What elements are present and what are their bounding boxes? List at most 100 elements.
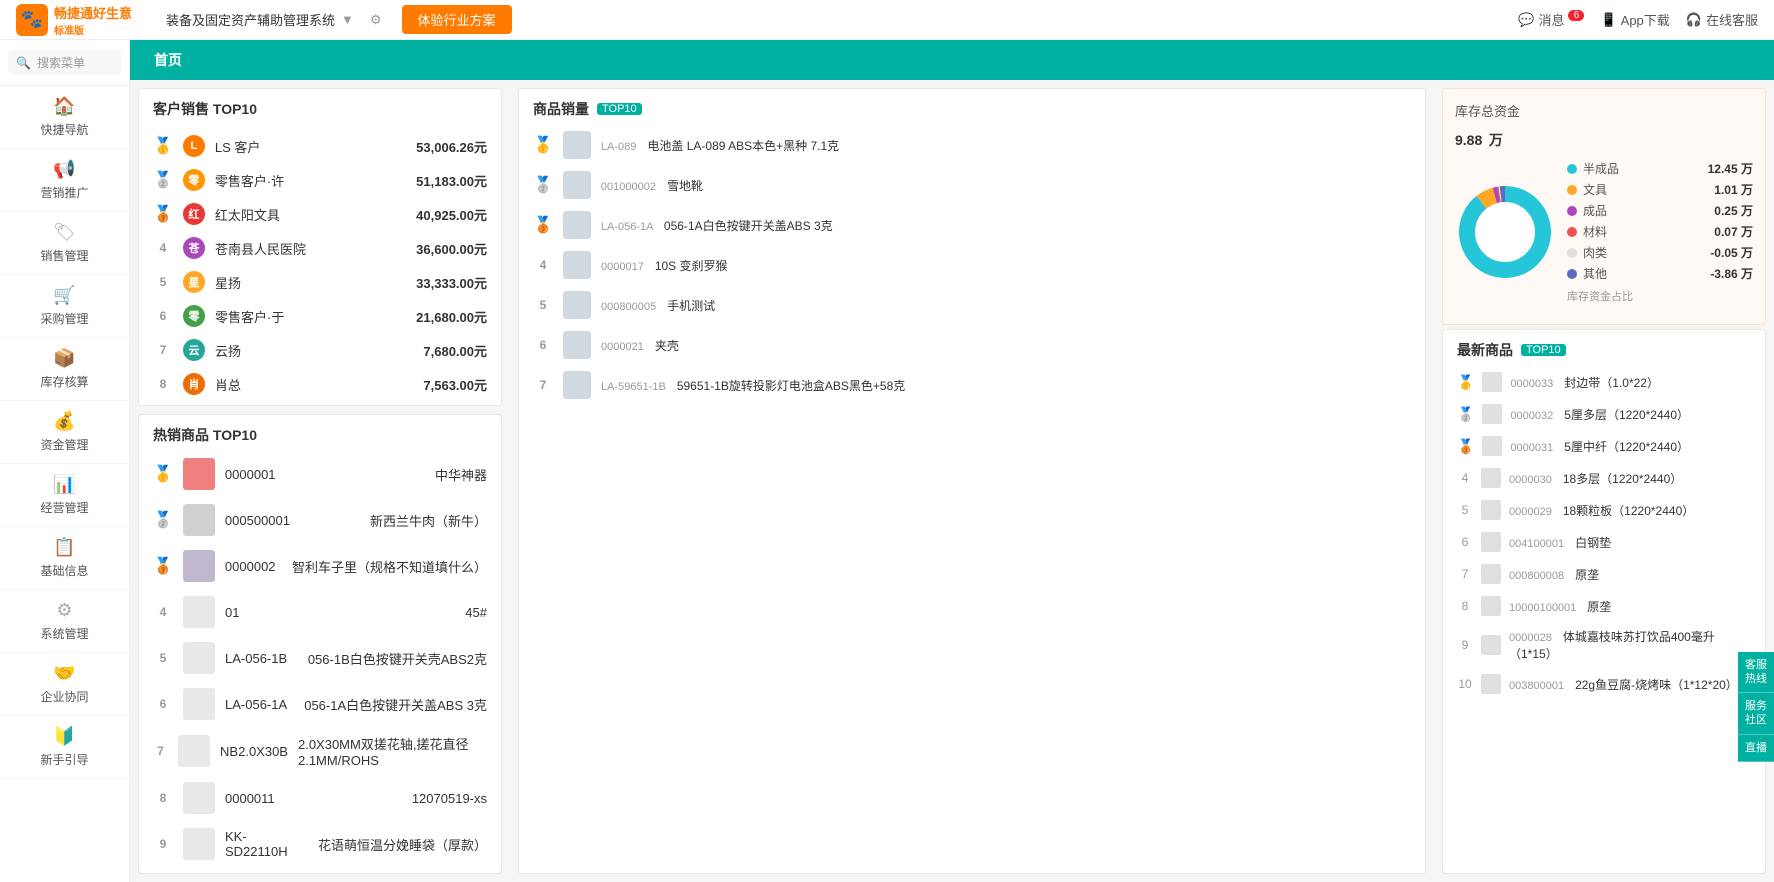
rank-name: LS 客户: [215, 137, 406, 156]
rank-badge: 苍: [183, 237, 205, 259]
product-info: LA-089 电池盖 LA-089 ABS本色+黑种 7.1克: [601, 137, 1411, 154]
product-code: NB2.0X30B: [220, 744, 288, 759]
operations-icon: 📊: [53, 474, 75, 495]
product-image: [183, 688, 215, 720]
inventory-summary-panel: 库存总资金 9.88 万: [1442, 88, 1766, 325]
main-layout: 🔍 搜索菜单 🏠 快捷导航 📢 营销推广 🏷 销售管理 🛒 采购管理 📦 库存核…: [0, 40, 1774, 882]
float-btn-live[interactable]: 直播: [1738, 735, 1774, 762]
product-code: 01: [225, 605, 455, 620]
sales-icon: 🏷: [53, 222, 76, 243]
rank-number: 8: [153, 791, 173, 805]
product-image: [183, 642, 215, 674]
hot-product-item: 9 KK-SD22110H 花语萌恒温分娩睡袋（厚款）: [139, 821, 501, 867]
legend-label: 半成品: [1583, 160, 1702, 177]
content-header: 首页: [130, 40, 1774, 80]
product-code: LA-056-1B: [225, 651, 298, 666]
trial-button[interactable]: 体验行业方案: [402, 5, 512, 34]
rank-name: 云扬: [215, 341, 413, 360]
newest-item: 5 0000029 18颗粒板（1220*2440）: [1443, 494, 1765, 526]
search-label: 搜索菜单: [37, 54, 85, 71]
sidebar-item-inventory[interactable]: 📦 库存核算: [0, 338, 129, 401]
purchase-icon: 🛒: [53, 285, 75, 306]
sidebar-item-finance[interactable]: 💰 资金管理: [0, 401, 129, 464]
system-name-text: 装备及固定资产辅助管理系统: [166, 10, 335, 29]
product-code: 000500001: [225, 513, 360, 528]
rank-number: 6: [153, 309, 173, 323]
rank-value: 53,006.26元: [416, 137, 487, 156]
search-section: 🔍 搜索菜单: [0, 40, 129, 86]
newest-products-title: 最新商品: [1457, 340, 1513, 360]
legend-item-finished: 成品 0.25 万: [1567, 202, 1753, 219]
legend-value: 1.01 万: [1714, 181, 1753, 198]
product-info: 0000032 5厘多层（1220*2440）: [1510, 406, 1751, 423]
newest-item: 🥈 0000032 5厘多层（1220*2440）: [1443, 398, 1765, 430]
rank-name: 肖总: [215, 375, 413, 394]
hot-products-title: 热销商品 TOP10: [153, 425, 257, 445]
float-btn-service[interactable]: 客服热线: [1738, 652, 1774, 694]
medal-icon: 🥉: [153, 204, 173, 224]
product-image: [183, 504, 215, 536]
sidebar-item-sales[interactable]: 🏷 销售管理: [0, 212, 129, 275]
sidebar-label-inventory: 库存核算: [40, 373, 88, 390]
app-download-button[interactable]: 📱 App下载: [1600, 10, 1669, 29]
product-image: [1481, 596, 1501, 616]
sidebar-item-quick-nav[interactable]: 🏠 快捷导航: [0, 86, 129, 149]
message-button[interactable]: 💬 消息 6: [1518, 10, 1584, 29]
product-ranking-title: 商品销量: [533, 99, 589, 119]
rank-number: 7: [153, 744, 168, 758]
sidebar-item-system[interactable]: ⚙ 系统管理: [0, 590, 129, 653]
sidebar-item-purchase[interactable]: 🛒 采购管理: [0, 275, 129, 338]
content-area: 首页 客户销售 TOP10 🥇 L LS 客户 53,00: [130, 40, 1774, 882]
sidebar-item-guide[interactable]: 🔰 新手引导: [0, 716, 129, 779]
rank-number: 4: [1457, 471, 1473, 485]
medal-icon: 🥇: [153, 464, 173, 484]
legend-label: 肉类: [1583, 244, 1704, 261]
product-name: 新西兰牛肉（新牛）: [370, 511, 487, 530]
legend-dot: [1567, 185, 1577, 195]
product-image: [1482, 436, 1502, 456]
product-info: LA-59651-1B 59651-1B旋转投影灯电池盒ABS黑色+58克: [601, 377, 1411, 394]
sidebar-item-operations[interactable]: 📊 经营管理: [0, 464, 129, 527]
newest-products-panel: 最新商品 TOP10 🥇 0000033 封边带（1.0*22） 🥈 0000: [1442, 329, 1766, 874]
product-code: KK-SD22110H: [225, 829, 308, 859]
product-image: [563, 211, 591, 239]
product-name: 2.0X30MM双搓花轴,搓花直径2.1MM/ROHS: [298, 734, 487, 768]
hot-product-item: 6 LA-056-1A 056-1A白色按键开关盖ABS 3克: [139, 681, 501, 727]
legend-dot: [1567, 164, 1577, 174]
product-info: 003800001 22g鱼豆腐-烧烤味（1*12*20）: [1509, 676, 1751, 693]
medal-icon: 🥈: [533, 175, 553, 195]
sidebar-label-sales: 销售管理: [40, 247, 88, 264]
float-btn-community[interactable]: 服务社区: [1738, 693, 1774, 735]
product-name: 中华神器: [435, 465, 487, 484]
message-badge: 6: [1568, 10, 1584, 21]
ranking-item: 🥇 LA-089 电池盖 LA-089 ABS本色+黑种 7.1克: [519, 125, 1425, 165]
product-name: 45#: [465, 605, 487, 620]
inventory-amount: 9.88 万: [1455, 124, 1503, 152]
sidebar-item-cooperation[interactable]: 🤝 企业协同: [0, 653, 129, 716]
sidebar-item-basic[interactable]: 📋 基础信息: [0, 527, 129, 590]
online-service-button[interactable]: 🎧 在线客服: [1686, 10, 1758, 29]
rank-number: 9: [153, 837, 173, 851]
medal-icon: 🥇: [153, 136, 173, 156]
product-ranking-panel: 商品销量 TOP10 🥇 LA-089 电池盖 LA-089 ABS本色+黑种 …: [518, 88, 1426, 874]
dropdown-arrow-icon[interactable]: ▼: [341, 12, 354, 27]
search-menu-button[interactable]: 🔍 搜索菜单: [8, 50, 121, 75]
sidebar-label-basic: 基础信息: [40, 562, 88, 579]
rank-number: 5: [153, 275, 173, 289]
rank-name: 苍南县人民医院: [215, 239, 406, 258]
product-image: [563, 371, 591, 399]
home-tab[interactable]: 首页: [146, 50, 190, 70]
rank-number: 6: [533, 338, 553, 352]
rank-number: 5: [153, 651, 173, 665]
rank-number: 6: [1457, 535, 1473, 549]
product-image: [1481, 500, 1501, 520]
product-info: 000800005 手机测试: [601, 297, 1411, 314]
sidebar-item-marketing[interactable]: 📢 营销推广: [0, 149, 129, 212]
rank-badge: 肖: [183, 373, 205, 395]
gear-icon[interactable]: ⚙: [370, 12, 382, 28]
middle-column: 商品销量 TOP10 🥇 LA-089 电池盖 LA-089 ABS本色+黑种 …: [510, 80, 1434, 882]
rank-name: 星扬: [215, 273, 406, 292]
rank-number: 7: [1457, 567, 1473, 581]
medal-icon: 🥉: [533, 215, 553, 235]
rank-number: 7: [533, 378, 553, 392]
